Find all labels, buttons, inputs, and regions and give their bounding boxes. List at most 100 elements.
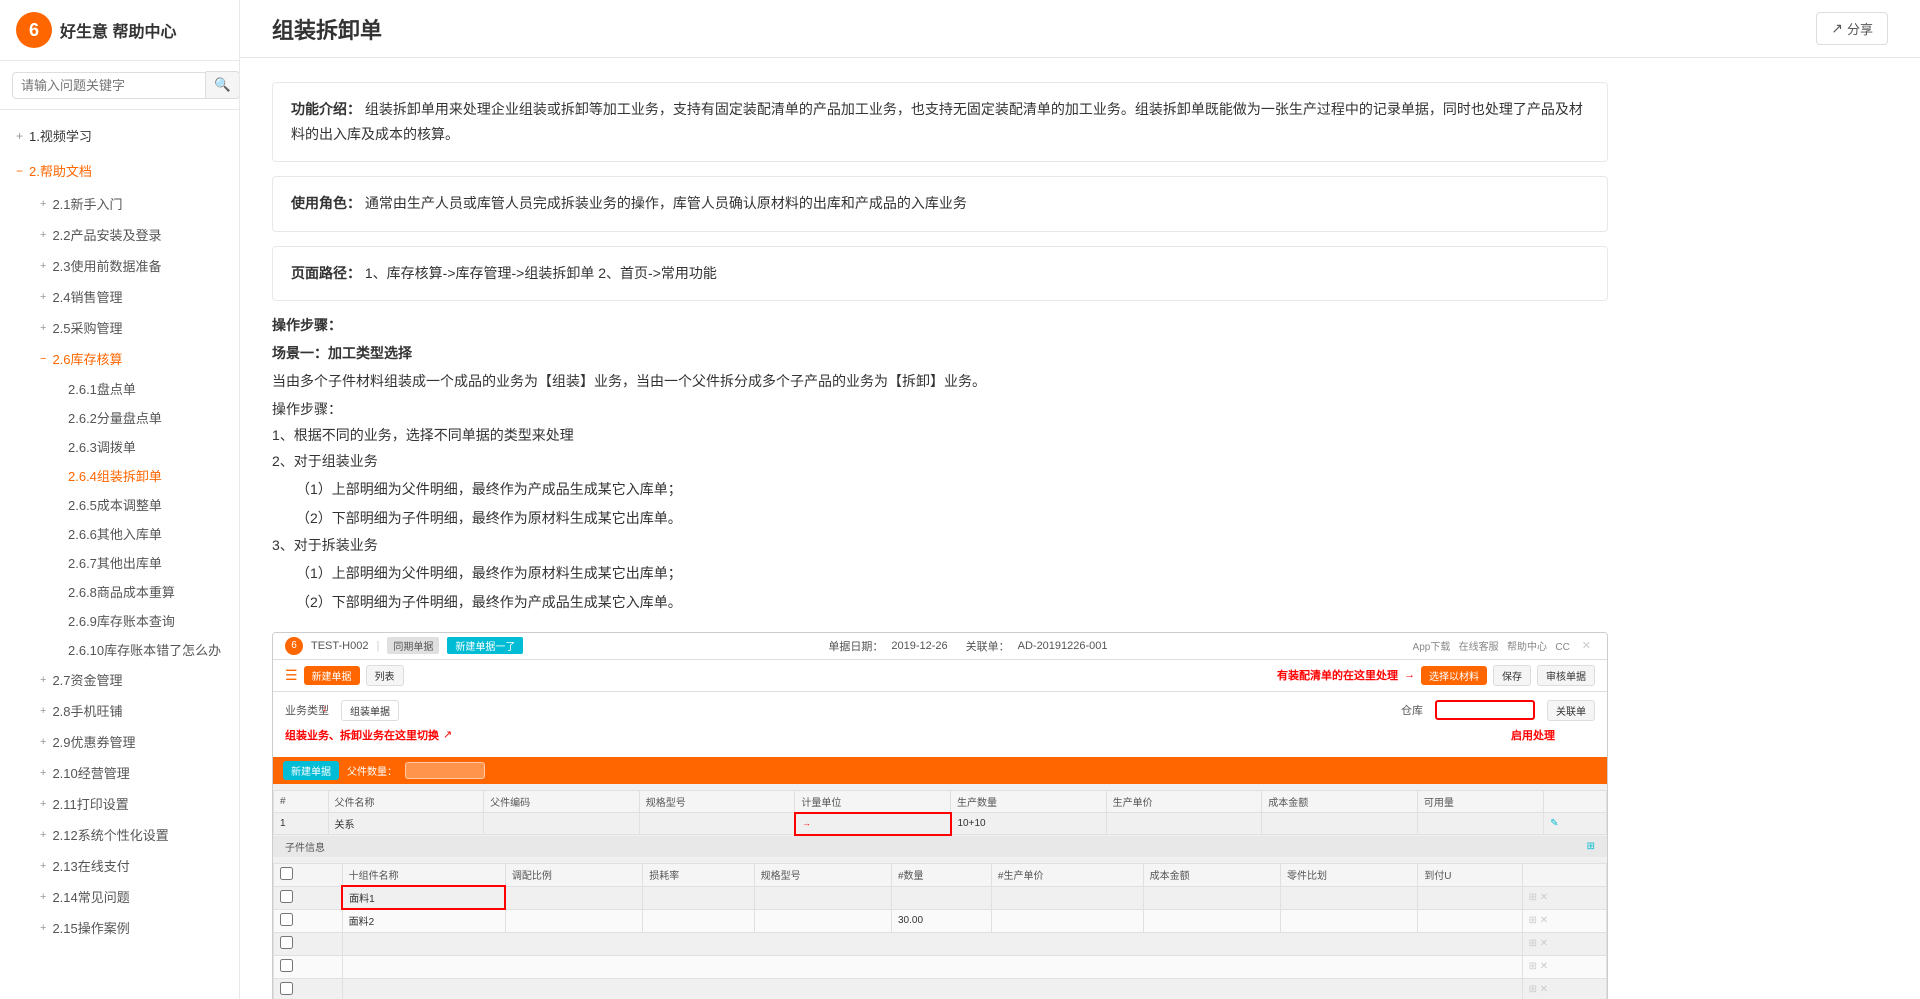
mock-btn-select-bom: 选择以材料 (1421, 666, 1487, 685)
role-label: 使用角色： (291, 195, 361, 211)
plus-icon: + (40, 767, 46, 779)
search-button[interactable]: 🔍 (206, 71, 240, 99)
mock-titlebar: 6 TEST-H002 | 同期单据 新建单据一了 单据日期： 2019-12-… (273, 633, 1607, 660)
mock-td-action: ✎ (1544, 813, 1607, 835)
annotation-row-type: 组装业务、拆卸业务在这里切换 ↗ 启用处理 (285, 727, 1595, 743)
plus-icon: + (40, 891, 46, 903)
mock-ltd-pay-1 (1418, 886, 1522, 909)
mock-qty-input[interactable] (405, 762, 485, 779)
plus-icon-s1: + (16, 129, 23, 143)
sidebar-item-inventory[interactable]: − 2.6库存核算 (24, 343, 239, 374)
search-input[interactable] (12, 72, 206, 99)
sidebar-item-assembly[interactable]: 2.6.4组装拆卸单 (56, 461, 239, 490)
step-2: 2、对于组装业务 (272, 451, 1608, 471)
sidebar-item-video-learning[interactable]: + 1.视频学习 (0, 118, 239, 153)
sidebar-item-newbie[interactable]: + 2.1新手入门 (24, 188, 239, 219)
sidebar-item-stocktake2[interactable]: 2.6.2分量盘点单 (56, 403, 239, 432)
step-2-1: （1）上部明细为父件明细，最终作为产成品生成某它入库单； (272, 477, 1608, 502)
mock-row-check-2[interactable] (280, 913, 293, 926)
sidebar-item-personalize[interactable]: + 2.12系统个性化设置 (24, 819, 239, 850)
mock-warehouse-label: 仓库 (1401, 702, 1423, 718)
mock-ltd-uprice-1 (991, 886, 1143, 909)
sidebar-item-operations[interactable]: + 2.10经营管理 (24, 757, 239, 788)
mock-date: 2019-12-26 (891, 640, 947, 652)
mock-icons-area: App下载 在线客服 帮助中心 CC (1413, 638, 1570, 653)
sidebar-item-install[interactable]: + 2.2产品安装及登录 (24, 219, 239, 250)
sidebar-item-print[interactable]: + 2.11打印设置 (24, 788, 239, 819)
search-area: 🔍 (0, 61, 239, 110)
mock-toolbar: ☰ 新建单据 列表 有装配清单的在这里处理 → 选择以材料 保存 审核单据 (273, 660, 1607, 692)
mock-lower-section: 子件信息 ⊞ (273, 836, 1607, 857)
plus-icon: + (40, 798, 46, 810)
mock-row-check-3[interactable] (280, 936, 293, 949)
plus-icon: + (40, 705, 46, 717)
sidebar-item-ledger-fix[interactable]: 2.6.10库存账本错了怎么办 (56, 635, 239, 664)
sidebar-item-mobile[interactable]: + 2.8手机旺铺 (24, 695, 239, 726)
sidebar-item-ledger-query[interactable]: 2.6.9库存账本查询 (56, 606, 239, 635)
table-row: ⊞ ✕ (274, 932, 1607, 955)
sidebar: 6 好生意 帮助中心 🔍 + 1.视频学习 − 2.帮助文档 + 2.1新手入门 (0, 0, 240, 999)
role-text: 通常由生产人员或库管人员完成拆装业务的操作，库管人员确认原材料的出库和产成品的入… (365, 195, 967, 211)
mock-ltd-loss-2 (643, 909, 754, 932)
mock-ltd-cost-1 (1143, 886, 1280, 909)
step-3: 3、对于拆装业务 (272, 535, 1608, 555)
mock-lth-cost: 成本金额 (1143, 863, 1280, 886)
sidebar-item-coupon[interactable]: + 2.9优惠券管理 (24, 726, 239, 757)
path-box: 页面路径： 1、库存核算->库存管理->组装拆卸单 2、首页->常用功能 (272, 246, 1608, 301)
mock-section-title: 父件数量： (347, 763, 397, 778)
sidebar-item-transfer[interactable]: 2.6.3调拨单 (56, 432, 239, 461)
sidebar-item-other-in[interactable]: 2.6.6其他入库单 (56, 519, 239, 548)
logo-text: 好生意 帮助中心 (60, 18, 176, 42)
mock-th-spec: 规格型号 (639, 790, 795, 813)
mock-section-label: 新建单据 (283, 761, 339, 780)
function-intro-box: 功能介绍： 组装拆卸单用来处理企业组装或拆卸等加工业务，支持有固定装配清单的产品… (272, 82, 1608, 162)
mock-upper-table: # 父件名称 父件编码 规格型号 计量单位 生产数量 生产单价 成本金额 可用量 (273, 790, 1607, 836)
share-button[interactable]: ↗ 分享 (1816, 12, 1888, 45)
mock-td-qty: 10+10 (951, 813, 1107, 835)
mock-date-label: 单据日期： (828, 638, 883, 654)
plus-icon: + (40, 291, 46, 303)
plus-icon: + (40, 860, 46, 872)
sidebar-item-cases[interactable]: + 2.15操作案例 (24, 912, 239, 943)
mock-ltd-act-2: ⊞ ✕ (1522, 909, 1606, 932)
mock-select-all[interactable] (280, 867, 293, 880)
mock-ltd-empty-3 (342, 932, 1522, 955)
mock-td-num: 1 (274, 813, 329, 835)
sidebar-item-online-pay[interactable]: + 2.13在线支付 (24, 850, 239, 881)
sidebar-item-stocktake[interactable]: 2.6.1盘点单 (56, 374, 239, 403)
minus-icon-s2: − (16, 164, 23, 178)
ops-steps: 操作步骤： 场景一：加工类型选择 当由多个子件材料组装成一个成品的业务为【组装】… (272, 315, 1608, 616)
sidebar-item-purchase[interactable]: + 2.5采购管理 (24, 312, 239, 343)
sidebar-item-data-prep[interactable]: + 2.3使用前数据准备 (24, 250, 239, 281)
mock-arrow-right: → (1404, 669, 1415, 681)
mock-row-check-5[interactable] (280, 982, 293, 995)
scene1-ops-label: 操作步骤： (272, 399, 1608, 419)
mock-warehouse-input[interactable] (1435, 700, 1535, 720)
sidebar-item-faq[interactable]: + 2.14常见问题 (24, 881, 239, 912)
mock-lth-loss: 损耗率 (643, 863, 754, 886)
mock-ltd-ratio-1 (505, 886, 642, 909)
sidebar-item-finance[interactable]: + 2.7资金管理 (24, 664, 239, 695)
mock-th-unit: 计量单位 (795, 790, 951, 813)
mock-row-check-1[interactable] (280, 890, 293, 903)
sidebar-item-other-out[interactable]: 2.6.7其他出库单 (56, 548, 239, 577)
mock-td-unit: → (795, 813, 951, 835)
mock-app-badge: 6 (285, 637, 303, 655)
sidebar-item-cost-recalc[interactable]: 2.6.8商品成本重算 (56, 577, 239, 606)
mock-row-check-4[interactable] (280, 959, 293, 972)
sidebar-item-cost-adj[interactable]: 2.6.5成本调整单 (56, 490, 239, 519)
mock-section-header: 新建单据 父件数量： (273, 757, 1607, 784)
mock-ltd-act-5: ⊞ ✕ (1522, 978, 1606, 999)
mock-lower-title: 子件信息 (285, 839, 325, 854)
mock-ltd-name-1: 面料1 (342, 886, 505, 909)
mock-ltd-batch-1 (1280, 886, 1417, 909)
mock-th-qty: 生产数量 (951, 790, 1107, 813)
mock-app: 6 TEST-H002 | 同期单据 新建单据一了 单据日期： 2019-12-… (273, 633, 1607, 999)
mock-ltd-pay-2 (1418, 909, 1522, 932)
mock-nav-icon: ☰ (285, 667, 298, 684)
mock-ltd-empty-5 (342, 978, 1522, 999)
sidebar-item-help-docs[interactable]: − 2.帮助文档 (0, 153, 239, 188)
annotation-arrow-type: ↓ (322, 703, 327, 714)
plus-icon: + (40, 829, 46, 841)
sidebar-item-sales[interactable]: + 2.4销售管理 (24, 281, 239, 312)
